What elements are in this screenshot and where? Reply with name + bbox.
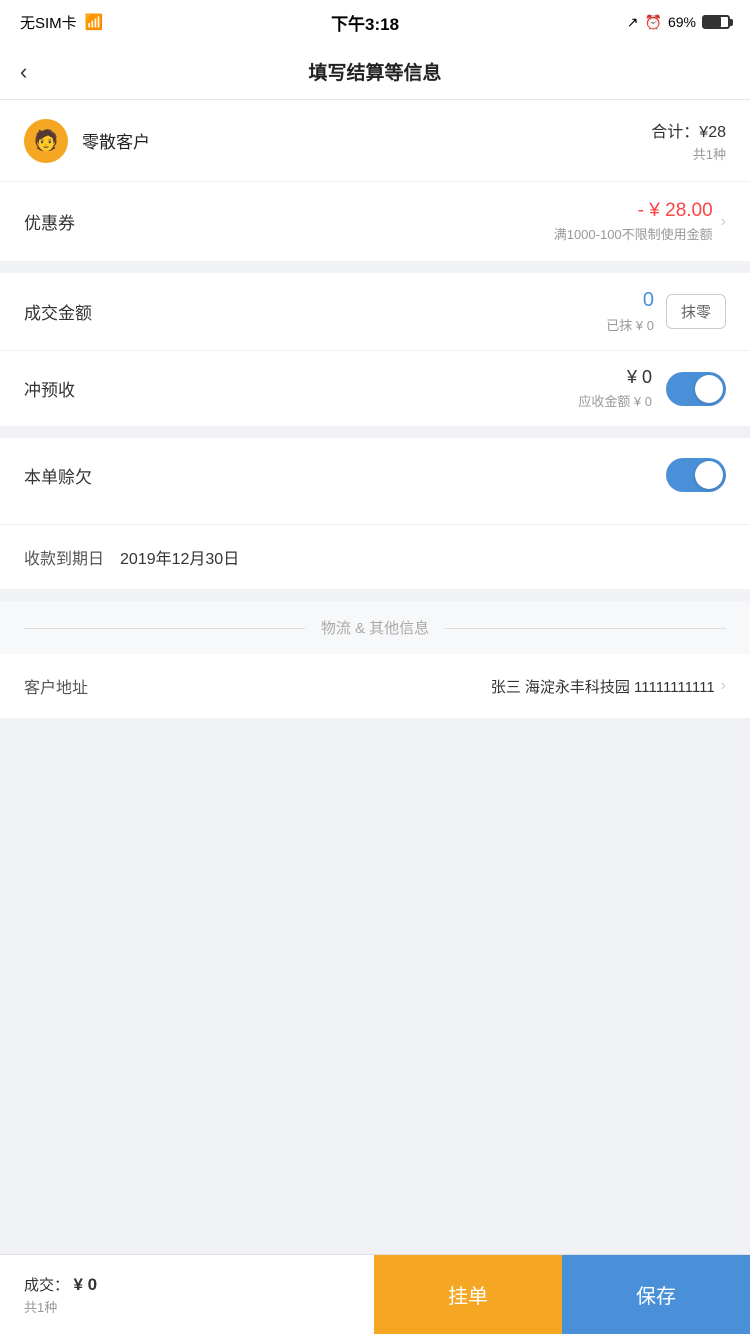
address-row[interactable]: 客户地址 张三 海淀永丰科技园 11111111111 › [0,654,750,718]
credit-row: 本单赊欠 [24,458,726,492]
nav-bar: ‹ 填写结算等信息 [0,44,750,100]
logistics-label: 物流 & 其他信息 [305,617,445,638]
bottom-count: 共1种 [24,1297,350,1316]
alarm-icon: ⏰ [645,14,662,31]
coupon-right: - ¥ 28.00 满1000-100不限制使用金额 › [554,200,726,243]
credit-toggle[interactable] [666,458,726,492]
deal-amount: ¥ 0 [73,1275,97,1294]
bottom-deal-row: 成交： ¥ 0 [24,1274,350,1295]
coupon-value: - ¥ 28.00 满1000-100不限制使用金额 [554,200,713,243]
back-button[interactable]: ‹ [20,59,27,85]
transaction-amount-label: 成交金额 [24,299,92,324]
status-right: ↗ ⏰ 69% [627,14,730,31]
prepay-amount-wrapper: ¥ 0 应收金额 ¥ 0 [578,367,652,410]
customer-row: 🧑 零散客户 合计：¥28 共1种 [0,100,750,181]
transaction-amount-value: 0 [643,289,654,312]
customer-name: 零散客户 [82,128,150,153]
hold-button[interactable]: 挂单 [374,1255,562,1334]
status-bar: 无SIM卡 📶 下午3:18 ↗ ⏰ 69% [0,0,750,44]
page-title: 填写结算等信息 [308,58,441,85]
round-zero-button[interactable]: 抹零 [666,294,726,329]
address-chevron-icon: › [721,677,726,695]
amount-wrapper: 0 已抹 ¥ 0 [606,289,654,334]
address-right: 张三 海淀永丰科技园 11111111111 › [491,676,726,697]
logistics-divider: 物流 & 其他信息 [0,601,750,654]
total-count: 共1种 [651,144,726,163]
transaction-amount-row: 成交金额 0 已抹 ¥ 0 抹零 [0,273,750,350]
due-date-row: 收款到期日 2019年12月30日 [0,524,750,589]
battery-percent: 69% [668,14,696,30]
transaction-section: 成交金额 0 已抹 ¥ 0 抹零 冲预收 ¥ 0 应收金额 ¥ 0 [0,273,750,426]
sim-status: 无SIM卡 [20,12,77,33]
coupon-description: 满1000-100不限制使用金额 [554,224,713,243]
prepay-toggle[interactable] [666,372,726,406]
due-date-label: 收款到期日 [24,545,104,569]
credit-row-wrapper: 本单赊欠 [0,438,750,512]
avatar: 🧑 [24,119,68,163]
customer-total: 合计：¥28 共1种 [651,118,726,163]
credit-toggle-circle [695,461,723,489]
total-amount: 合计：¥28 [651,118,726,142]
prepay-label: 冲预收 [24,376,75,401]
due-date-value: 2019年12月30日 [120,545,239,569]
coupon-label: 优惠券 [24,209,75,234]
coupon-row[interactable]: 优惠券 - ¥ 28.00 满1000-100不限制使用金额 › [0,181,750,261]
status-left: 无SIM卡 📶 [20,12,103,33]
wifi-icon: 📶 [85,13,104,31]
battery-icon [702,15,730,29]
address-section: 客户地址 张三 海淀永丰科技园 11111111111 › [0,654,750,718]
credit-label: 本单赊欠 [24,463,92,488]
location-icon: ↗ [627,14,639,31]
prepay-row: 冲预收 ¥ 0 应收金额 ¥ 0 [0,350,750,426]
coupon-amount: - ¥ 28.00 [638,200,713,221]
avatar-icon: 🧑 [34,128,59,153]
prepay-amount: ¥ 0 [578,367,652,388]
save-button[interactable]: 保存 [562,1255,750,1334]
main-content: 🧑 零散客户 合计：¥28 共1种 优惠券 - ¥ 28.00 满1000-10… [0,100,750,830]
prepay-receivable: 应收金额 ¥ 0 [578,391,652,410]
already-rounded: 已抹 ¥ 0 [606,315,654,334]
transaction-amount-right: 0 已抹 ¥ 0 抹零 [606,289,726,334]
bottom-bar: 成交： ¥ 0 共1种 挂单 保存 [0,1254,750,1334]
chevron-right-icon: › [721,213,726,231]
customer-info: 🧑 零散客户 [24,119,150,163]
prepay-right: ¥ 0 应收金额 ¥ 0 [578,367,726,410]
deal-label: 成交： [24,1277,69,1294]
address-value: 张三 海淀永丰科技园 11111111111 [491,676,715,697]
bottom-summary: 成交： ¥ 0 共1种 [0,1274,374,1316]
status-time: 下午3:18 [331,10,399,35]
customer-section: 🧑 零散客户 合计：¥28 共1种 优惠券 - ¥ 28.00 满1000-10… [0,100,750,261]
toggle-circle [695,375,723,403]
credit-section: 本单赊欠 收款到期日 2019年12月30日 [0,438,750,589]
address-label: 客户地址 [24,674,88,698]
